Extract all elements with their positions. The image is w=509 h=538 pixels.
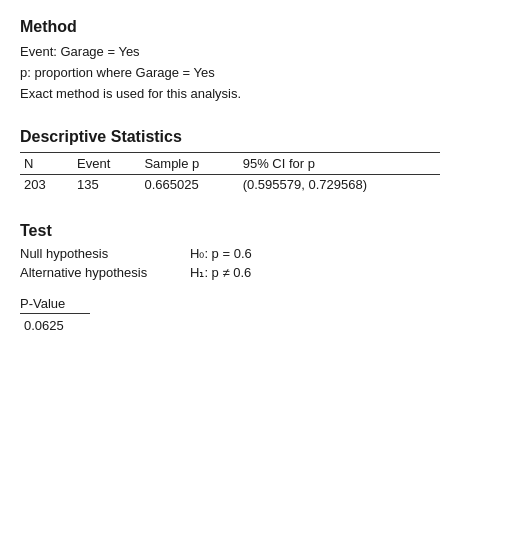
cell-sample-p: 0.665025: [144, 175, 242, 195]
alt-hypothesis-value: H₁: p ≠ 0.6: [190, 265, 489, 280]
method-line2: p: proportion where Garage = Yes: [20, 63, 489, 84]
test-section: Test Null hypothesis H₀: p = 0.6 Alterna…: [20, 222, 489, 333]
col-sample-p: Sample p: [144, 153, 242, 175]
descriptive-section: Descriptive Statistics N Event Sample p …: [20, 128, 489, 194]
alt-hypothesis-label: Alternative hypothesis: [20, 265, 180, 280]
null-hypothesis-label: Null hypothesis: [20, 246, 180, 261]
col-n: N: [20, 153, 77, 175]
table-header-row: N Event Sample p 95% CI for p: [20, 153, 440, 175]
cell-n: 203: [20, 175, 77, 195]
null-hypothesis-value: H₀: p = 0.6: [190, 246, 489, 261]
table-row: 203 135 0.665025 (0.595579, 0.729568): [20, 175, 440, 195]
method-line1: Event: Garage = Yes: [20, 42, 489, 63]
method-line3: Exact method is used for this analysis.: [20, 84, 489, 105]
pvalue-label: P-Value: [20, 296, 90, 314]
test-title: Test: [20, 222, 489, 240]
col-ci: 95% CI for p: [243, 153, 440, 175]
cell-event: 135: [77, 175, 144, 195]
method-section: Method Event: Garage = Yes p: proportion…: [20, 18, 489, 104]
pvalue-section: P-Value 0.0625: [20, 296, 489, 333]
cell-ci: (0.595579, 0.729568): [243, 175, 440, 195]
hypothesis-grid: Null hypothesis H₀: p = 0.6 Alternative …: [20, 246, 489, 280]
col-event: Event: [77, 153, 144, 175]
pvalue-number: 0.0625: [20, 318, 489, 333]
descriptive-title: Descriptive Statistics: [20, 128, 489, 146]
method-title: Method: [20, 18, 489, 36]
descriptive-table: N Event Sample p 95% CI for p 203 135 0.…: [20, 152, 440, 194]
